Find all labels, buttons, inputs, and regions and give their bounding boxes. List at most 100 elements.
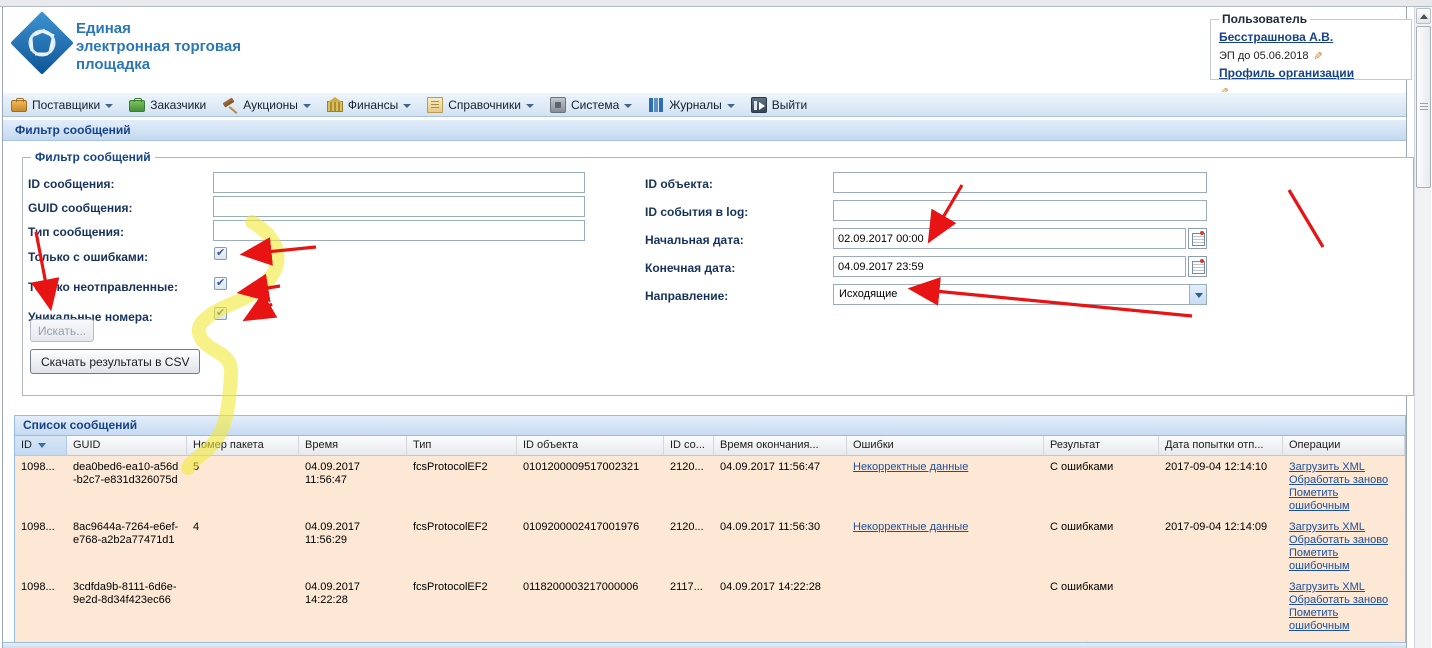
grid-cell-end_time: 04.09.2017 11:56:30 <box>720 521 821 533</box>
messages-grid-panel: Список сообщений ID GUID Номер пакета Время… <box>14 415 1406 648</box>
grid-cell-attempt_date: 2017-09-04 12:14:09 <box>1165 521 1268 533</box>
table-row[interactable]: 1098... dea0bed6-ea10-a56d -b2c7-e831d3260… <box>15 456 1405 516</box>
menu-item-label: Справочники <box>448 97 521 112</box>
operation-link[interactable]: Обработать заново <box>1289 594 1399 607</box>
filter-legend: Фильтр сообщений <box>35 150 151 164</box>
top-chrome-strip <box>0 0 1432 7</box>
grid-cell-packet <box>187 576 299 635</box>
scroll-up-arrow-icon[interactable] <box>1416 8 1431 24</box>
menu-item-bank[interactable]: Финансы <box>326 97 412 112</box>
operation-link[interactable]: Обработать заново <box>1289 534 1399 547</box>
grid-cell-object_id: 0101200009517002321 <box>523 461 640 473</box>
object-id-input[interactable] <box>833 172 1207 193</box>
grid-column-header-id[interactable]: ID <box>15 436 67 455</box>
grid-cell-type: fcsProtocolEF2 <box>413 461 488 473</box>
vertical-scrollbar[interactable] <box>1414 7 1431 648</box>
search-button[interactable]: Искать... <box>30 319 94 342</box>
menu-item-label: Система <box>570 97 620 112</box>
grid-cell-operations: Загрузить XML Обработать заново Пометить о… <box>1283 516 1405 575</box>
page-title: Фильтр сообщений <box>3 119 1406 141</box>
menu-item-book[interactable]: Справочники <box>427 96 534 113</box>
error-details-link[interactable]: Некорректные данные <box>853 461 968 473</box>
grid-cell-end_time: 04.09.2017 11:56:47 <box>720 461 821 473</box>
operation-link[interactable]: Загрузить XML <box>1289 581 1399 594</box>
menu-item-gavel[interactable]: Аукционы <box>222 97 311 113</box>
start-date-input[interactable] <box>833 228 1186 249</box>
download-csv-button[interactable]: Скачать результаты в CSV <box>30 349 201 374</box>
label-only-errors: Только с ошибками: <box>28 250 149 264</box>
etp-logo[interactable] <box>10 11 74 80</box>
user-name-link[interactable]: Бесстрашнова А.В. <box>1219 30 1333 44</box>
log-event-id-input[interactable] <box>833 200 1207 221</box>
start-date-calendar-icon[interactable] <box>1188 228 1207 249</box>
grid-cell-errors: Некорректные данные <box>847 456 1044 515</box>
grid-cell-id: 1098... <box>21 581 55 593</box>
operation-link[interactable]: Загрузить XML <box>1289 461 1399 474</box>
scrollbar-thumb[interactable] <box>1416 26 1431 188</box>
grid-cell-operations: Загрузить XML Обработать заново Пометить о… <box>1283 576 1405 635</box>
grid-cell-end_time: 04.09.2017 14:22:28 <box>720 581 821 593</box>
label-object-id: ID объекта: <box>645 177 713 191</box>
grid-column-header-operations[interactable]: Операции <box>1283 436 1405 455</box>
operation-link[interactable]: Обработать заново <box>1289 474 1399 487</box>
grid-cell-packet: 5 <box>193 461 200 473</box>
bottom-toolbar-edge <box>3 642 1406 648</box>
operation-link[interactable]: Пометить ошибочным <box>1289 547 1399 573</box>
grid-column-header-time[interactable]: Время <box>299 436 407 455</box>
edit-pencil-icon[interactable]: ✎ <box>1311 51 1324 60</box>
logo-diamond-icon <box>11 12 73 74</box>
menu-dropdown-arrow-icon <box>302 103 311 108</box>
grid-column-header-type[interactable]: Тип <box>407 436 517 455</box>
grid-column-header-attempt_date[interactable]: Дата попытки отп... <box>1159 436 1283 455</box>
table-row[interactable]: 1098... 8ac9644a-7264-e6ef-e768-a2b2a7747… <box>15 516 1405 576</box>
grid-cell-id_so: 2120... <box>670 461 704 473</box>
menu-item-briefcase-green[interactable]: Заказчики <box>129 97 207 112</box>
unique-numbers-checkbox[interactable] <box>214 306 227 320</box>
operation-link[interactable]: Пометить ошибочным <box>1289 607 1399 633</box>
grid-column-header-guid[interactable]: GUID <box>67 436 187 455</box>
grid-cell-type: fcsProtocolEF2 <box>413 521 488 533</box>
grid-cell-errors <box>847 576 1044 635</box>
grid-column-header-result[interactable]: Результат <box>1044 436 1159 455</box>
message-guid-input[interactable] <box>213 196 585 217</box>
journals-icon <box>648 97 664 113</box>
menu-item-journals[interactable]: Журналы <box>648 97 735 113</box>
menu-item-exit[interactable]: Выйти <box>750 96 807 113</box>
label-message-guid: GUID сообщения: <box>28 201 133 215</box>
grid-cell-object_id: 0109200002417001976 <box>523 521 640 533</box>
end-date-input[interactable] <box>833 256 1186 277</box>
menu-item-label: Аукционы <box>243 97 298 112</box>
label-only-unsent: Только неотправленные: <box>28 280 178 294</box>
briefcase-green-icon <box>129 97 146 112</box>
end-date-calendar-icon[interactable] <box>1188 256 1207 277</box>
only-errors-checkbox[interactable] <box>214 246 227 260</box>
menu-item-briefcase[interactable]: Поставщики <box>11 97 114 112</box>
org-profile-link[interactable]: Профиль организации <box>1219 66 1354 80</box>
grid-column-header-packet[interactable]: Номер пакета <box>187 436 299 455</box>
message-id-input[interactable] <box>213 172 585 193</box>
grid-column-header-errors[interactable]: Ошибки <box>847 436 1044 455</box>
grid-cell-guid: 8ac9644a-7264-e6ef-e768-a2b2a77471d1 <box>73 521 179 546</box>
message-type-input[interactable] <box>213 220 585 241</box>
operation-link[interactable]: Пометить ошибочным <box>1289 487 1399 513</box>
label-start-date: Начальная дата: <box>645 233 744 247</box>
menu-item-system[interactable]: Система <box>549 96 633 113</box>
menu-dropdown-arrow-icon <box>525 103 534 108</box>
grid-column-header-id_so[interactable]: ID со... <box>664 436 714 455</box>
grid-column-header-object_id[interactable]: ID объекта <box>517 436 664 455</box>
grid-column-header-end_time[interactable]: Время окончания... <box>714 436 847 455</box>
user-panel-legend: Пользователь <box>1222 12 1308 26</box>
chevron-down-icon[interactable] <box>1189 285 1206 304</box>
grid-cell-id_so: 2117... <box>670 581 703 593</box>
only-unsent-checkbox[interactable] <box>214 276 227 290</box>
label-end-date: Конечная дата: <box>645 261 736 275</box>
label-message-type: Тип сообщения: <box>28 225 124 239</box>
menu-item-label: Заказчики <box>150 97 207 112</box>
grid-cell-errors: Некорректные данные <box>847 516 1044 575</box>
direction-select[interactable]: Исходящие <box>833 284 1207 305</box>
grid-title: Список сообщений <box>15 416 1405 436</box>
app-title: Единая электронная торговая площадка <box>76 20 241 73</box>
table-row[interactable]: 1098... 3cdfda9b-8111-6d6e- 9e2d-8d34f423e… <box>15 576 1405 636</box>
error-details-link[interactable]: Некорректные данные <box>853 521 968 533</box>
operation-link[interactable]: Загрузить XML <box>1289 521 1399 534</box>
